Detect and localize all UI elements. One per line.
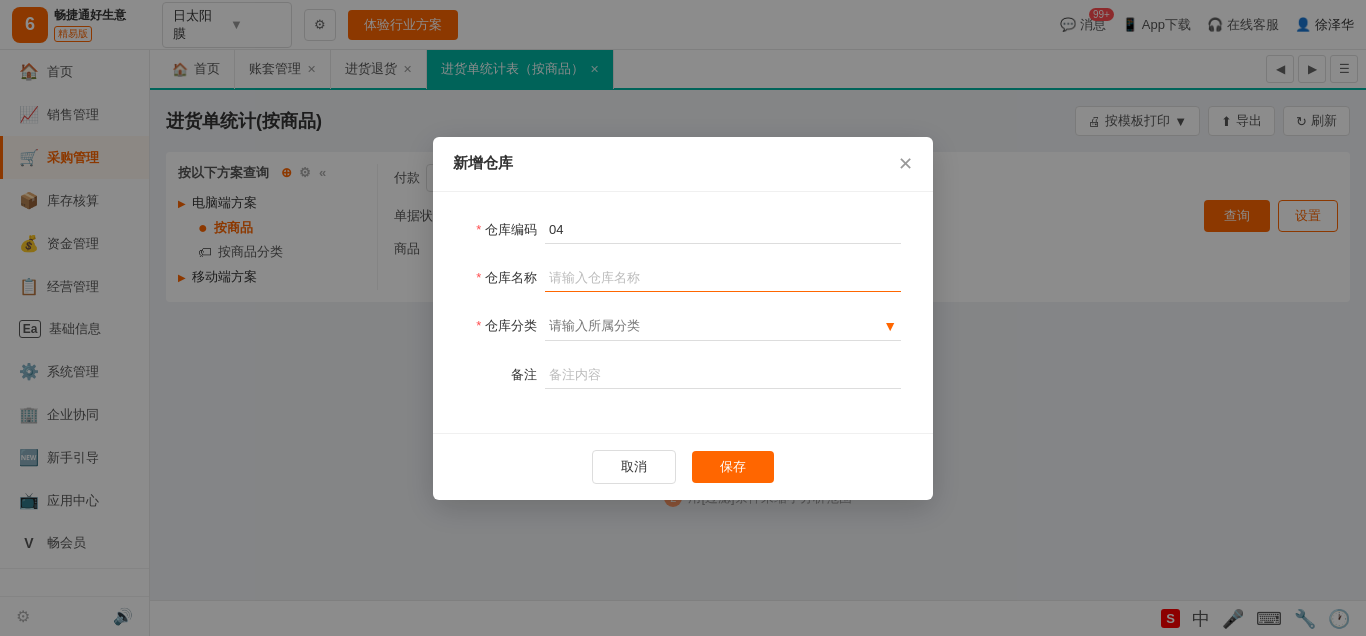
form-row-code: 仓库编码 [465, 216, 901, 244]
form-row-category: 仓库分类 ▼ [465, 312, 901, 341]
cancel-button[interactable]: 取消 [592, 450, 676, 484]
name-input[interactable] [545, 264, 901, 292]
modal-title: 新增仓库 [453, 154, 513, 173]
code-label: 仓库编码 [465, 221, 545, 239]
modal-header: 新增仓库 ✕ [433, 137, 933, 192]
save-button[interactable]: 保存 [692, 451, 774, 483]
form-row-remark: 备注 [465, 361, 901, 389]
code-input[interactable] [545, 216, 901, 244]
category-select[interactable]: ▼ [545, 312, 901, 341]
category-label: 仓库分类 [465, 317, 545, 335]
modal-body: 仓库编码 仓库名称 仓库分类 ▼ 备注 [433, 192, 933, 433]
remark-input[interactable] [545, 361, 901, 389]
modal-footer: 取消 保存 [433, 433, 933, 500]
new-warehouse-modal: 新增仓库 ✕ 仓库编码 仓库名称 仓库分类 ▼ [433, 137, 933, 500]
modal-close-button[interactable]: ✕ [898, 153, 913, 175]
remark-label: 备注 [465, 366, 545, 384]
form-row-name: 仓库名称 [465, 264, 901, 292]
name-label: 仓库名称 [465, 269, 545, 287]
category-input[interactable] [549, 318, 883, 333]
chevron-down-icon: ▼ [883, 318, 897, 334]
modal-overlay[interactable]: 新增仓库 ✕ 仓库编码 仓库名称 仓库分类 ▼ [0, 0, 1366, 636]
